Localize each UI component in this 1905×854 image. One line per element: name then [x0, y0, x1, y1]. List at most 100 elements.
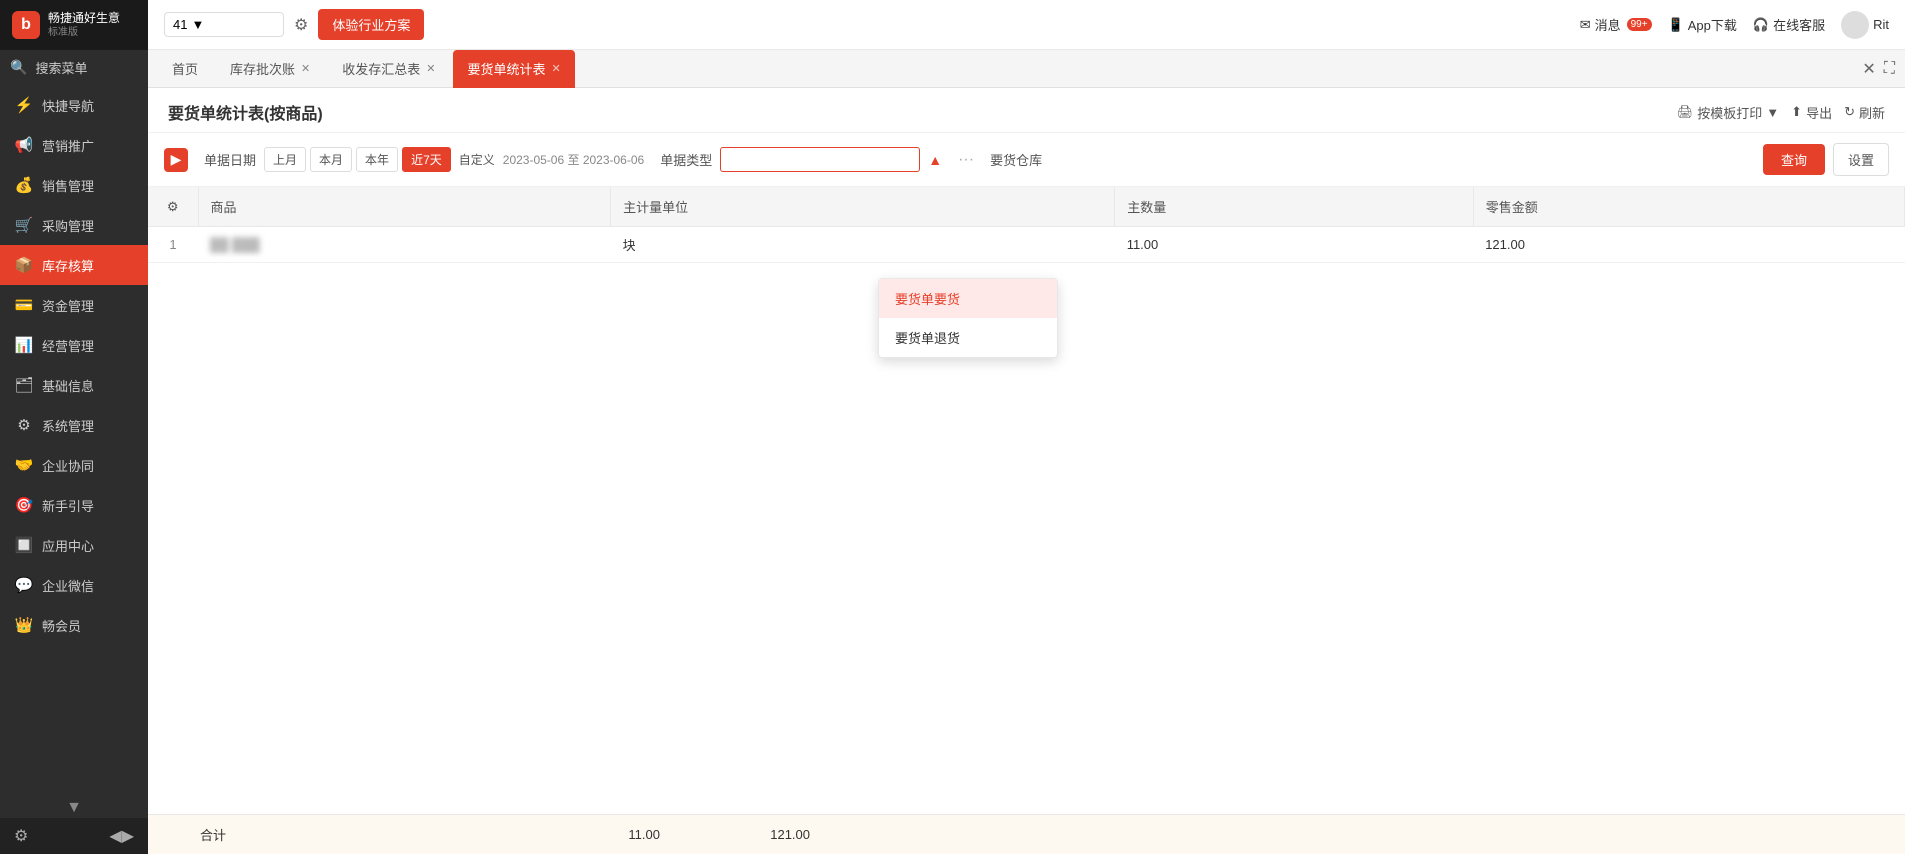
sidebar-item-marketing[interactable]: 📢 营销推广 [0, 125, 148, 165]
tab-order-stat[interactable]: 要货单统计表 ✕ [453, 50, 574, 88]
sidebar-item-member[interactable]: 👑 畅会员 [0, 605, 148, 645]
date-btn-week7[interactable]: 近7天 [402, 147, 451, 172]
tab-close-icon[interactable]: ✕ [552, 62, 561, 75]
sidebar-item-quick-nav[interactable]: ⚡ 快捷导航 [0, 85, 148, 125]
tab-maximize-icon[interactable]: ⛶ [1884, 60, 1895, 78]
tab-close-icon[interactable]: ✕ [426, 62, 435, 75]
row-product: ██ ███ [198, 227, 611, 263]
sidebar-item-label: 应用中心 [42, 536, 94, 555]
basic-icon: 🗂 [14, 375, 34, 395]
tab-close-all-icon[interactable]: ✕ [1862, 59, 1875, 79]
dropdown-item-order-return[interactable]: 要货单退货 [879, 318, 1057, 357]
type-dropdown: 要货单要货 要货单退货 [878, 278, 1058, 358]
date-filter-group: 单据日期 上月 本月 本年 近7天 自定义 2023-05-06 至 2023-… [204, 147, 644, 172]
settings-icon[interactable]: ⚙ [14, 826, 28, 846]
sidebar-collapse-icon[interactable]: ◀▶ [109, 826, 134, 846]
message-label: 消息 [1595, 15, 1621, 34]
app-download-label: App下载 [1688, 15, 1737, 34]
header-right: ✉ 消息 99+ 📱 App下载 🎧 在线客服 Rit [1580, 11, 1889, 39]
refresh-icon: ↻ [1844, 104, 1855, 120]
online-service-button[interactable]: 🎧 在线客服 [1753, 15, 1825, 34]
sidebar-item-label: 快捷导航 [42, 96, 94, 115]
sidebar-scroll-down[interactable]: ▼ [0, 798, 148, 818]
table-row: 1 ██ ███ 块 11.00 121.00 [148, 227, 1905, 263]
service-icon: 🎧 [1753, 17, 1769, 33]
print-button[interactable]: 🖨 按模板打印 ▼ [1677, 103, 1779, 122]
chevron-down-icon: ▼ [1766, 105, 1779, 120]
sidebar-item-system[interactable]: ⚙ 系统管理 [0, 405, 148, 445]
sidebar-item-sales[interactable]: 💰 销售管理 [0, 165, 148, 205]
gear-icon[interactable]: ⚙ [294, 15, 308, 35]
sidebar-item-finance[interactable]: 💳 资金管理 [0, 285, 148, 325]
sidebar-item-wechat[interactable]: 💬 企业微信 [0, 565, 148, 605]
dropdown-item-order-goods[interactable]: 要货单要货 [879, 279, 1057, 318]
tab-home[interactable]: 首页 [158, 50, 212, 88]
export-button[interactable]: ⬆ 导出 [1791, 103, 1832, 122]
type-filter-group: 单据类型 ▲ [660, 147, 942, 172]
settings-button[interactable]: 设置 [1833, 143, 1889, 176]
search-icon: 🔍 [10, 59, 27, 76]
tab-receive-summary-label: 收发存汇总表 [342, 59, 420, 78]
type-dropdown-arrow[interactable]: ▲ [928, 152, 942, 168]
sidebar-item-guide[interactable]: 🎯 新手引导 [0, 485, 148, 525]
col-settings[interactable]: ⚙ [148, 187, 198, 227]
main-content: 41 ▼ ⚙ 体验行业方案 ✉ 消息 99+ 📱 App下载 🎧 在线客服 R [148, 0, 1905, 854]
type-filter-input[interactable] [720, 147, 920, 172]
refresh-button[interactable]: ↻ 刷新 [1844, 103, 1885, 122]
sidebar-item-basic[interactable]: 🗂 基础信息 [0, 365, 148, 405]
export-label: 导出 [1806, 103, 1832, 122]
trial-button[interactable]: 体验行业方案 [318, 9, 424, 40]
query-button[interactable]: 查询 [1763, 144, 1825, 175]
app-logo-icon: b [12, 11, 40, 39]
wechat-icon: 💬 [14, 575, 34, 595]
app-download-button[interactable]: 📱 App下载 [1668, 15, 1737, 34]
footer-qty: 11.00 [480, 827, 680, 842]
quick-nav-icon: ⚡ [14, 95, 34, 115]
sidebar-item-label: 销售管理 [42, 176, 94, 195]
sidebar-item-label: 畅会员 [42, 616, 81, 635]
sidebar-item-appstore[interactable]: 🔲 应用中心 [0, 525, 148, 565]
top-header: 41 ▼ ⚙ 体验行业方案 ✉ 消息 99+ 📱 App下载 🎧 在线客服 R [148, 0, 1905, 50]
sidebar: b 畅捷通好生意 标准版 🔍 搜索菜单 ⚡ 快捷导航 📢 营销推广 💰 销售管理… [0, 0, 148, 854]
custom-date-label[interactable]: 自定义 [459, 151, 495, 168]
sidebar-item-operation[interactable]: 📊 经营管理 [0, 325, 148, 365]
type-filter-label: 单据类型 [660, 150, 712, 169]
tab-close-icon[interactable]: ✕ [301, 62, 310, 75]
warehouse-filter-group: 要货仓库 [990, 150, 1042, 169]
user-name: Rit [1873, 17, 1889, 32]
sidebar-item-purchase[interactable]: 🛒 采购管理 [0, 205, 148, 245]
date-btn-current-month[interactable]: 本月 [310, 147, 352, 172]
sidebar-item-inventory[interactable]: 📦 库存核算 [0, 245, 148, 285]
sidebar-item-enterprise[interactable]: 🤝 企业协同 [0, 445, 148, 485]
sidebar-item-label: 基础信息 [42, 376, 94, 395]
finance-icon: 💳 [14, 295, 34, 315]
date-range-display: 2023-05-06 至 2023-06-06 [503, 151, 644, 168]
date-filter-label: 单据日期 [204, 150, 256, 169]
enterprise-icon: 🤝 [14, 455, 34, 475]
filter-expand-button[interactable]: ▶ [164, 148, 188, 172]
online-service-label: 在线客服 [1773, 15, 1825, 34]
sidebar-item-label: 资金管理 [42, 296, 94, 315]
sidebar-item-label: 企业协同 [42, 456, 94, 475]
purchase-icon: 🛒 [14, 215, 34, 235]
date-btn-last-month[interactable]: 上月 [264, 147, 306, 172]
sidebar-item-label: 营销推广 [42, 136, 94, 155]
tab-receive-summary[interactable]: 收发存汇总表 ✕ [328, 50, 449, 88]
search-menu[interactable]: 🔍 搜索菜单 [0, 50, 148, 85]
page-title: 要货单统计表(按商品) [168, 100, 323, 124]
title-bar-actions: 🖨 按模板打印 ▼ ⬆ 导出 ↻ 刷新 [1677, 103, 1885, 122]
page-body: 要货单统计表(按商品) 🖨 按模板打印 ▼ ⬆ 导出 ↻ 刷新 ▶ [148, 88, 1905, 854]
tab-batch-account[interactable]: 库存批次账 ✕ [216, 50, 324, 88]
filter-more-dots[interactable]: ··· [958, 151, 974, 169]
date-btn-year[interactable]: 本年 [356, 147, 398, 172]
export-icon: ⬆ [1791, 104, 1802, 120]
footer-total-label: 合计 [160, 825, 360, 844]
page-title-bar: 要货单统计表(按商品) 🖨 按模板打印 ▼ ⬆ 导出 ↻ 刷新 [148, 88, 1905, 133]
sidebar-item-label: 采购管理 [42, 216, 94, 235]
filter-actions: 查询 设置 [1763, 143, 1889, 176]
row-amount: 121.00 [1473, 227, 1904, 263]
message-button[interactable]: ✉ 消息 99+ [1580, 15, 1652, 34]
user-menu[interactable]: Rit [1841, 11, 1889, 39]
col-product: 商品 [198, 187, 611, 227]
store-selector[interactable]: 41 ▼ [164, 12, 284, 37]
